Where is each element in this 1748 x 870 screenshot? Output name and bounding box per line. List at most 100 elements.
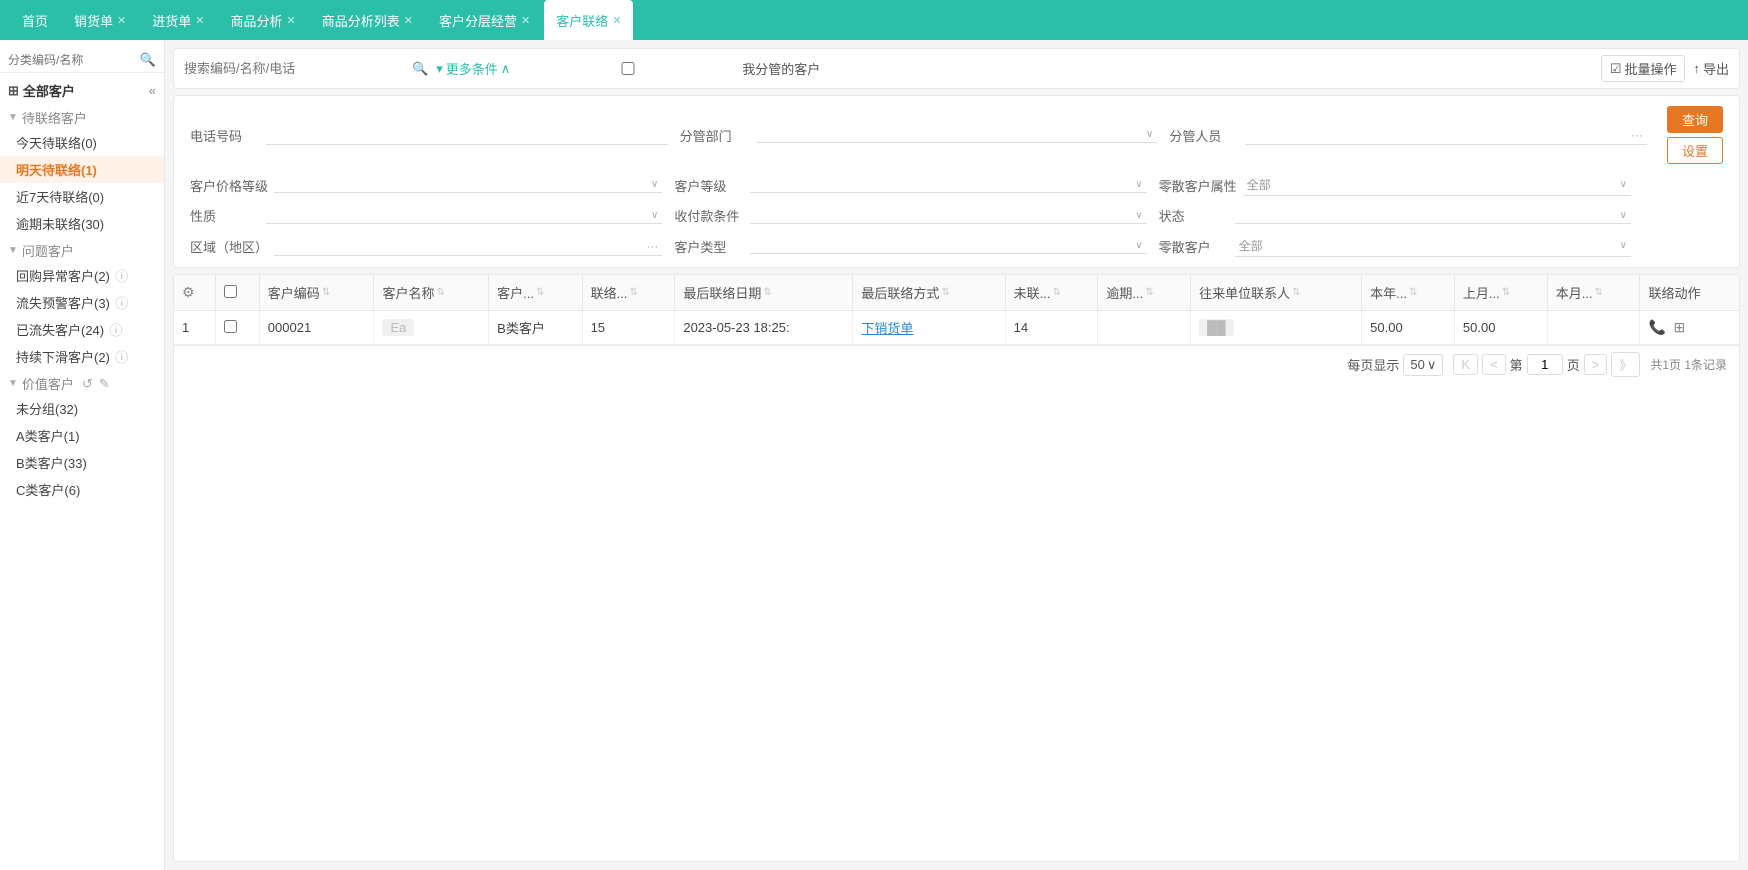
search-input[interactable] [184, 61, 404, 76]
sort-code[interactable]: 客户编码 ⇅ [268, 283, 366, 302]
sidebar-value-group-header[interactable]: ▼ 价值客户 ↺ ✎ [0, 370, 164, 395]
query-btn[interactable]: 查询 [1667, 106, 1723, 133]
my-customer-checkbox[interactable] [518, 62, 738, 75]
next-page-btn[interactable]: > [1584, 354, 1608, 375]
setting-btn[interactable]: 设置 [1667, 137, 1723, 164]
more-action-icon[interactable]: ⊞ [1674, 319, 1686, 335]
nav-sales-order-close[interactable]: ✕ [117, 14, 126, 27]
batch-operation-btn[interactable]: ☑ 批量操作 [1601, 55, 1686, 82]
sort-code-icon: ⇅ [322, 287, 330, 298]
sidebar-item-class-c[interactable]: C类客户(6) [0, 476, 164, 503]
col-contact-count: 联络... ⇅ [582, 275, 675, 311]
sidebar-pending-group-header[interactable]: ▼ 待联络客户 [0, 104, 164, 129]
sidebar-item-7days-contact[interactable]: 近7天待联络(0) [0, 183, 164, 210]
sort-unlocked[interactable]: 未联... ⇅ [1014, 283, 1090, 302]
payment-terms-select[interactable]: ∨ [750, 208, 1146, 224]
more-filters-btn[interactable]: ▾ 更多条件 ∧ [436, 59, 510, 78]
nav-customer-layered[interactable]: 客户分层经营 ✕ [427, 0, 542, 40]
last-method-link[interactable]: 下销货单 [861, 321, 913, 336]
sidebar-item-tomorrow-contact[interactable]: 明天待联络(1) [0, 156, 164, 183]
sidebar-item-ungrouped[interactable]: 未分组(32) [0, 395, 164, 422]
nav-product-analysis-list[interactable]: 商品分析列表 ✕ [310, 0, 425, 40]
sort-name-icon: ⇅ [437, 287, 445, 298]
edit-icon[interactable]: ✎ [99, 376, 110, 392]
nav-customer-layered-label: 客户分层经营 [439, 11, 517, 30]
sort-last-method[interactable]: 最后联络方式 ⇅ [861, 283, 996, 302]
sidebar-all-customers[interactable]: ⊞ 全部客户 « [0, 77, 164, 104]
filter-expand-icon: ∧ [501, 61, 511, 77]
nav-home[interactable]: 首页 [10, 0, 60, 40]
search-icon[interactable]: 🔍 [412, 61, 428, 77]
status-caret-icon: ∨ [1620, 210, 1627, 221]
col-this-year: 本年... ⇅ [1362, 275, 1455, 311]
scattered-customer-select[interactable]: 全部 ∨ [1235, 235, 1631, 257]
prev-page-btn[interactable]: < [1482, 354, 1506, 375]
sort-contact[interactable]: 联络... ⇅ [591, 283, 667, 302]
scattered-attr-select[interactable]: 全部 ∨ [1243, 174, 1631, 196]
sidebar-item-today-contact[interactable]: 今天待联络(0) [0, 129, 164, 156]
payment-terms-caret-icon: ∨ [1135, 210, 1142, 221]
first-page-btn[interactable]: K [1453, 354, 1478, 375]
page-input[interactable] [1527, 354, 1563, 375]
customer-level-select[interactable]: ∨ [750, 177, 1146, 193]
nature-select[interactable]: ∨ [266, 208, 662, 224]
nav-purchase-order[interactable]: 进货单 ✕ [140, 0, 216, 40]
main-layout: 🔍 ⊞ 全部客户 « ▼ 待联络客户 今天待联络(0) 明天待联络(1) 近7天… [0, 40, 1748, 870]
nav-product-analysis[interactable]: 商品分析 ✕ [218, 0, 307, 40]
export-btn[interactable]: ↑ 导出 [1693, 59, 1729, 78]
sidebar-item-repurchase-abnormal[interactable]: 回购异常客户(2) ⓘ [0, 262, 164, 289]
sort-overdue[interactable]: 逾期... ⇅ [1106, 283, 1182, 302]
status-select[interactable]: ∨ [1235, 208, 1631, 224]
nav-customer-layered-close[interactable]: ✕ [521, 14, 530, 27]
sidebar-search-icon[interactable]: 🔍 [140, 52, 156, 68]
sidebar-search-input[interactable] [8, 53, 136, 67]
column-settings-icon[interactable]: ⚙ [182, 284, 195, 300]
sidebar-item-class-a[interactable]: A类客户(1) [0, 422, 164, 449]
price-level-caret-icon: ∨ [651, 179, 658, 190]
customer-table: ⚙ 客户编码 ⇅ 客户名称 ⇅ [174, 275, 1739, 345]
customer-type-select[interactable]: ∨ [750, 238, 1146, 254]
sidebar-problem-group-header[interactable]: ▼ 问题客户 [0, 237, 164, 262]
manager-select[interactable]: ··· [1245, 126, 1647, 145]
dept-select[interactable]: ∨ [756, 127, 1158, 143]
sidebar-item-declining[interactable]: 持续下滑客户(2) ⓘ [0, 343, 164, 370]
contact-action-icon[interactable]: 📞 [1648, 319, 1665, 335]
phone-input[interactable] [266, 125, 668, 145]
nav-customer-contact-close[interactable]: ✕ [612, 14, 621, 27]
sort-this-year[interactable]: 本年... ⇅ [1370, 283, 1446, 302]
sort-type[interactable]: 客户... ⇅ [497, 283, 573, 302]
table-footer: 每页显示 50 ∨ K < 第 页 [174, 345, 1739, 383]
info-icon-1: ⓘ [115, 296, 128, 311]
sort-last-date[interactable]: 最后联络日期 ⇅ [683, 283, 844, 302]
page-size-value[interactable]: 50 ∨ [1403, 354, 1443, 376]
cell-contact-person: ██ [1191, 311, 1362, 345]
sidebar-item-class-b[interactable]: B类客户(33) [0, 449, 164, 476]
price-level-select[interactable]: ∨ [274, 177, 662, 193]
sort-last-month-icon: ⇅ [1502, 287, 1510, 298]
last-page-btn[interactable]: 》 [1611, 352, 1640, 377]
nav-sales-order[interactable]: 销货单 ✕ [62, 0, 138, 40]
sidebar-item-overdue-contact[interactable]: 逾期未联络(30) [0, 210, 164, 237]
sidebar-collapse-icon[interactable]: « [149, 83, 156, 98]
sort-contact-person[interactable]: 往来单位联系人 ⇅ [1199, 283, 1353, 302]
nav-customer-contact[interactable]: 客户联络 ✕ [544, 0, 633, 40]
sort-name[interactable]: 客户名称 ⇅ [382, 283, 480, 302]
scattered-customer-label: 零散客户 [1159, 237, 1229, 256]
sidebar-item-churn-warning[interactable]: 流失预警客户(3) ⓘ [0, 289, 164, 316]
nav-product-analysis-close[interactable]: ✕ [287, 14, 296, 27]
region-label: 区域（地区） [190, 237, 268, 256]
info-icon-3: ⓘ [115, 350, 128, 365]
filter-row-3: 性质 ∨ 收付款条件 ∨ 状态 [190, 206, 1723, 225]
my-customer-checkbox-container[interactable]: 我分管的客户 [518, 59, 820, 78]
region-select[interactable]: ··· [274, 237, 662, 256]
nav-purchase-order-close[interactable]: ✕ [195, 14, 204, 27]
sort-last-month[interactable]: 上月... ⇅ [1463, 283, 1539, 302]
nature-label: 性质 [190, 206, 260, 225]
refresh-icon[interactable]: ↺ [82, 376, 93, 392]
select-all-checkbox[interactable] [224, 285, 237, 298]
row-checkbox[interactable] [224, 320, 237, 333]
sidebar-item-churned[interactable]: 已流失客户(24) ⓘ [0, 316, 164, 343]
sort-this-month[interactable]: 本月... ⇅ [1556, 283, 1632, 302]
col-this-month: 本月... ⇅ [1547, 275, 1640, 311]
nav-product-analysis-list-close[interactable]: ✕ [404, 14, 413, 27]
